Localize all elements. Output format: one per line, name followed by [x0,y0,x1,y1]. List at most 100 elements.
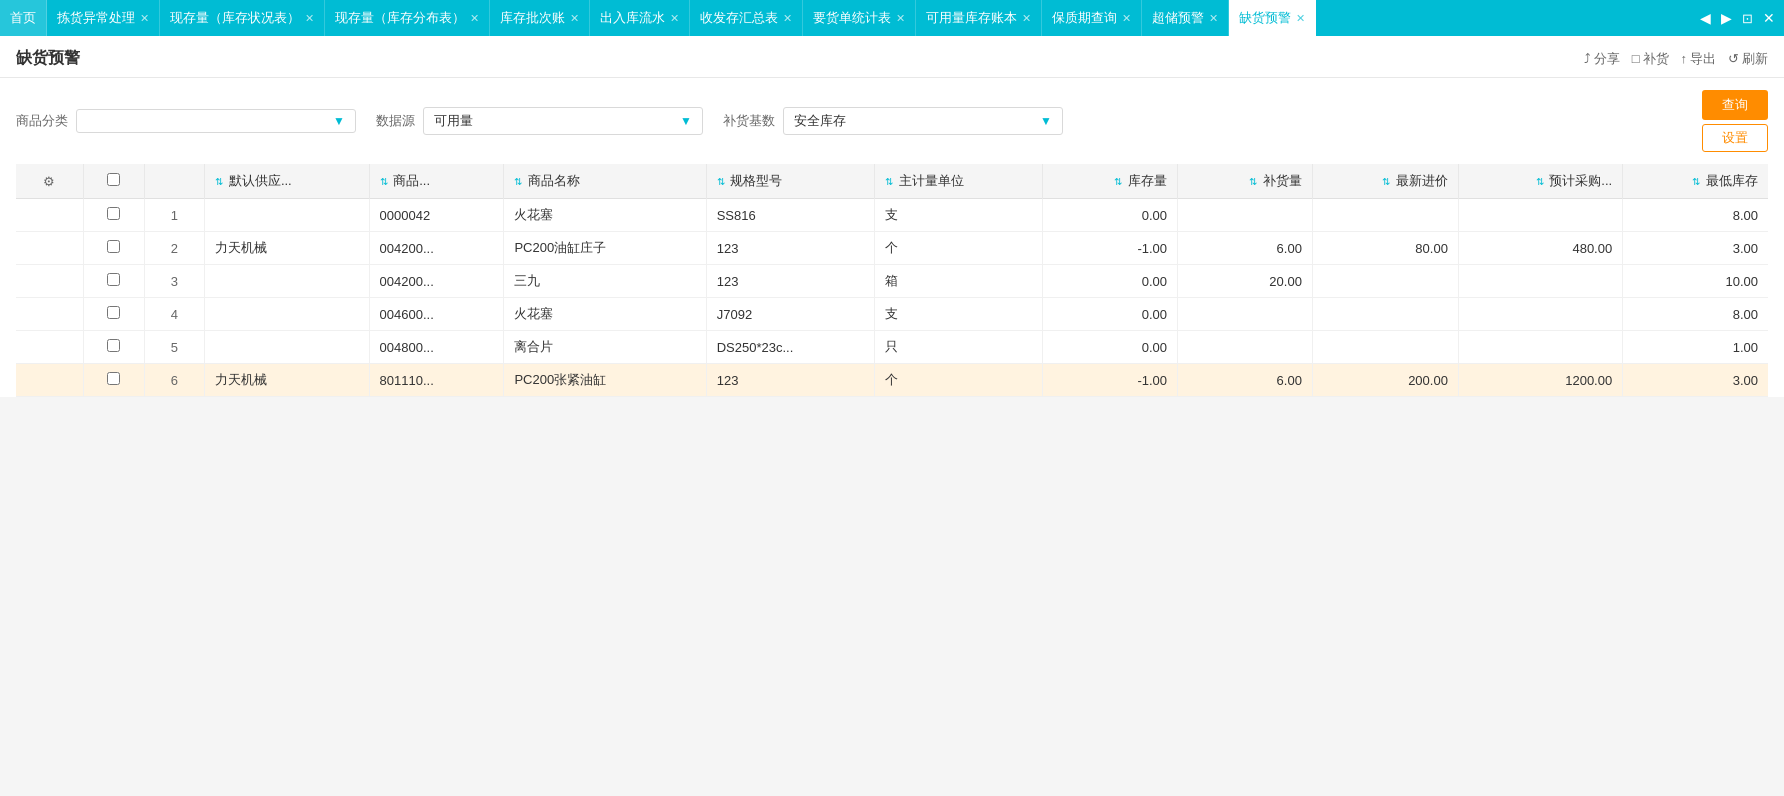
row-cell: 123 [706,265,875,298]
close-summary-tab[interactable]: ✕ [783,12,792,25]
row-cell [1458,331,1622,364]
close-batch-tab[interactable]: ✕ [570,12,579,25]
row-checkbox[interactable] [107,339,120,352]
nav-tab-inventory-status[interactable]: 现存量（库存状况表） ✕ [160,0,325,36]
nav-next-button[interactable]: ▶ [1716,8,1737,28]
query-button[interactable]: 查询 [1702,90,1768,120]
row-cell [16,364,83,397]
th-num [144,164,205,199]
row-cell [16,232,83,265]
table-container: ⚙ ⇅ 默认供应... ⇅ 商品... ⇅ [0,164,1784,397]
row-cell: 1200.00 [1458,364,1622,397]
row-cell [205,265,369,298]
row-cell [1312,265,1458,298]
row-cell [205,298,369,331]
row-cell [1178,298,1313,331]
row-cell: 个 [875,364,1043,397]
row-cell: 火花塞 [504,199,706,232]
th-est-purchase[interactable]: ⇅ 预计采购... [1458,164,1622,199]
sort-min-icon: ⇅ [1692,176,1700,187]
nav-tab-inventory-dist[interactable]: 现存量（库存分布表） ✕ [325,0,490,36]
sort-price-icon: ⇅ [1382,176,1390,187]
replenish-button[interactable]: □ 补货 [1632,50,1669,68]
row-cell: SS816 [706,199,875,232]
row-cell: 0.00 [1043,265,1178,298]
row-checkbox[interactable] [107,207,120,220]
th-code[interactable]: ⇅ 商品... [369,164,504,199]
sort-est-icon: ⇅ [1536,176,1544,187]
replenish-select[interactable]: 安全库存 ▼ [783,107,1063,135]
close-picking-tab[interactable]: ✕ [140,12,149,25]
close-expiry-tab[interactable]: ✕ [1122,12,1131,25]
nav-tab-overstock[interactable]: 超储预警 ✕ [1142,0,1229,36]
nav-tab-inout[interactable]: 出入库流水 ✕ [590,0,690,36]
nav-tab-demand[interactable]: 要货单统计表 ✕ [803,0,916,36]
nav-restore-button[interactable]: ⊡ [1737,9,1758,28]
th-spec[interactable]: ⇅ 规格型号 [706,164,875,199]
row-cell: 1 [144,199,205,232]
th-check[interactable] [83,164,144,199]
refresh-button[interactable]: ↺ 刷新 [1728,50,1768,68]
category-select[interactable]: ▼ [76,109,356,133]
close-shortage-tab[interactable]: ✕ [1296,12,1305,25]
nav-tab-shortage[interactable]: 缺货预警 ✕ [1229,0,1316,36]
datasource-select[interactable]: 可用量 ▼ [423,107,703,135]
row-cell: 0.00 [1043,199,1178,232]
sort-supplier-icon: ⇅ [215,176,223,187]
th-unit[interactable]: ⇅ 主计量单位 [875,164,1043,199]
nav-prev-button[interactable]: ◀ [1695,8,1716,28]
row-cell [1312,199,1458,232]
row-cell: -1.00 [1043,364,1178,397]
sort-code-icon: ⇅ [380,176,388,187]
row-cell: PC200张紧油缸 [504,364,706,397]
row-cell: 力天机械 [205,232,369,265]
th-replenish[interactable]: ⇅ 补货量 [1178,164,1313,199]
share-button[interactable]: ⤴ 分享 [1584,50,1620,68]
row-check-cell [83,232,144,265]
nav-tab-available[interactable]: 可用量库存账本 ✕ [916,0,1042,36]
sort-stock-icon: ⇅ [1114,176,1122,187]
nav-tab-picking[interactable]: 拣货异常处理 ✕ [47,0,160,36]
close-overstock-tab[interactable]: ✕ [1209,12,1218,25]
settings-button[interactable]: 设置 [1702,124,1768,152]
row-cell [1312,298,1458,331]
share-icon: ⤴ [1584,51,1591,66]
th-min-stock[interactable]: ⇅ 最低库存 [1623,164,1768,199]
th-name[interactable]: ⇅ 商品名称 [504,164,706,199]
close-available-tab[interactable]: ✕ [1022,12,1031,25]
row-checkbox[interactable] [107,273,120,286]
nav-tab-home[interactable]: 首页 [0,0,47,36]
row-check-cell [83,331,144,364]
close-inventory-dist-tab[interactable]: ✕ [470,12,479,25]
nav-tab-summary[interactable]: 收发存汇总表 ✕ [690,0,803,36]
row-cell: 2 [144,232,205,265]
th-price[interactable]: ⇅ 最新进价 [1312,164,1458,199]
row-checkbox[interactable] [107,240,120,253]
export-button[interactable]: ↑ 导出 [1681,50,1717,68]
table-header: ⚙ ⇅ 默认供应... ⇅ 商品... ⇅ [16,164,1768,199]
table-row: 4004600...火花塞J7092支0.008.00 [16,298,1768,331]
nav-tab-batch[interactable]: 库存批次账 ✕ [490,0,590,36]
row-cell: 8.00 [1623,298,1768,331]
row-cell [16,298,83,331]
gear-icon: ⚙ [43,174,55,189]
row-cell: J7092 [706,298,875,331]
replenish-filter-group: 补货基数 安全库存 ▼ [723,107,1063,135]
row-cell: 6 [144,364,205,397]
th-supplier[interactable]: ⇅ 默认供应... [205,164,369,199]
close-inventory-status-tab[interactable]: ✕ [305,12,314,25]
nav-close-button[interactable]: ✕ [1758,8,1780,28]
sort-name-icon: ⇅ [514,176,522,187]
table-row: 3004200...三九123箱0.0020.0010.00 [16,265,1768,298]
nav-tab-expiry[interactable]: 保质期查询 ✕ [1042,0,1142,36]
close-inout-tab[interactable]: ✕ [670,12,679,25]
close-demand-tab[interactable]: ✕ [896,12,905,25]
row-checkbox[interactable] [107,306,120,319]
th-stock[interactable]: ⇅ 库存量 [1043,164,1178,199]
select-all-checkbox[interactable] [107,173,120,186]
row-check-cell [83,199,144,232]
row-cell: 123 [706,364,875,397]
row-cell: 支 [875,199,1043,232]
row-checkbox[interactable] [107,372,120,385]
th-settings[interactable]: ⚙ [16,164,83,199]
